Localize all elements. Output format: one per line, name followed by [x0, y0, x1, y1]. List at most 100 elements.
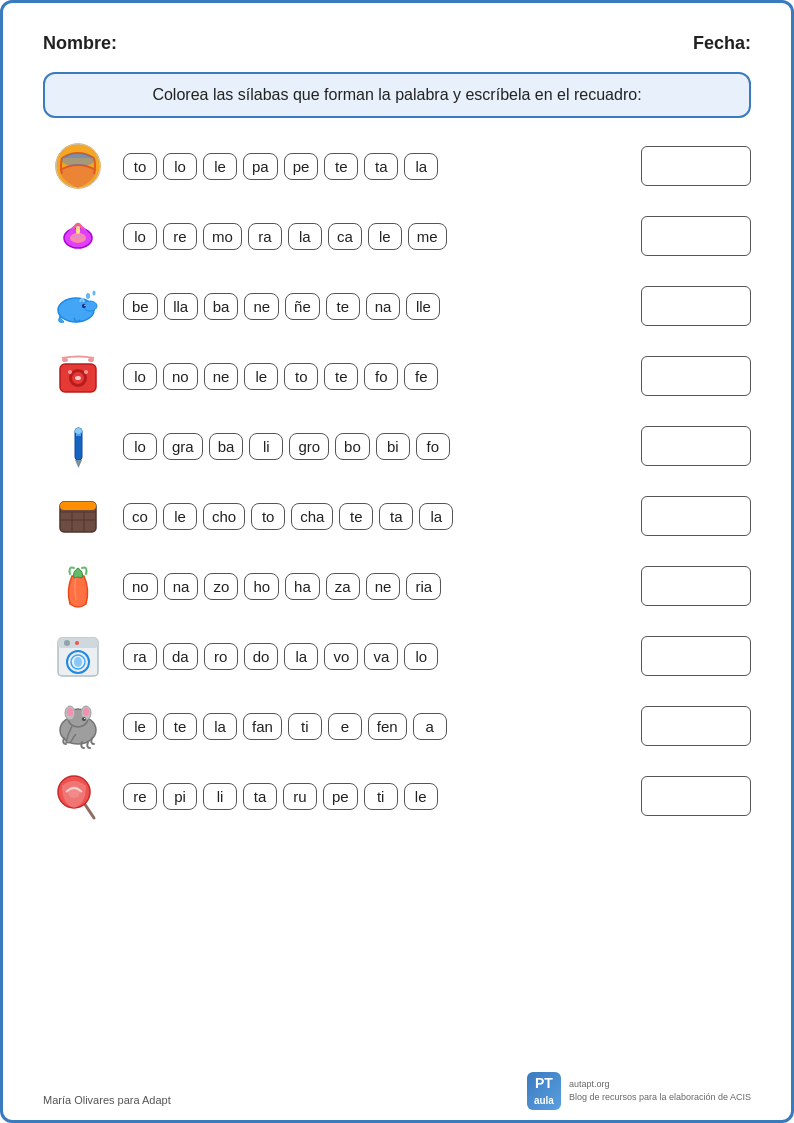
- answer-box[interactable]: [641, 426, 751, 466]
- syllable[interactable]: ti: [364, 783, 398, 810]
- syllable[interactable]: gra: [163, 433, 203, 460]
- syllable[interactable]: li: [203, 783, 237, 810]
- syllable[interactable]: to: [123, 153, 157, 180]
- syllable[interactable]: ne: [204, 363, 239, 390]
- syllable[interactable]: ti: [288, 713, 322, 740]
- syllable[interactable]: fo: [416, 433, 450, 460]
- syllable[interactable]: ra: [248, 223, 282, 250]
- svg-point-32: [75, 641, 79, 645]
- syllable[interactable]: ñe: [285, 293, 320, 320]
- answer-box[interactable]: [641, 496, 751, 536]
- word-row: lograbaligrobobifo: [43, 416, 751, 476]
- syllable[interactable]: no: [163, 363, 198, 390]
- syllable[interactable]: le: [244, 363, 278, 390]
- syllable[interactable]: pe: [323, 783, 358, 810]
- syllable[interactable]: na: [366, 293, 401, 320]
- syllable[interactable]: ta: [379, 503, 413, 530]
- answer-box[interactable]: [641, 286, 751, 326]
- svg-point-40: [67, 708, 73, 716]
- syllable[interactable]: fe: [404, 363, 438, 390]
- syllable[interactable]: ro: [204, 643, 238, 670]
- syllable[interactable]: re: [123, 783, 157, 810]
- syllable[interactable]: la: [404, 153, 438, 180]
- syllable[interactable]: ba: [204, 293, 239, 320]
- syllable[interactable]: ria: [406, 573, 441, 600]
- syllable[interactable]: le: [123, 713, 157, 740]
- syllable[interactable]: bi: [376, 433, 410, 460]
- syllable[interactable]: le: [163, 503, 197, 530]
- syllable[interactable]: fo: [364, 363, 398, 390]
- syllable[interactable]: mo: [203, 223, 242, 250]
- syllable[interactable]: lo: [123, 363, 157, 390]
- syllable[interactable]: la: [203, 713, 237, 740]
- lollipop-icon: [43, 766, 113, 826]
- syllable[interactable]: ru: [283, 783, 317, 810]
- syllable[interactable]: ha: [285, 573, 320, 600]
- answer-box[interactable]: [641, 636, 751, 676]
- syllable[interactable]: ne: [366, 573, 401, 600]
- syllable[interactable]: no: [123, 573, 158, 600]
- syllable[interactable]: la: [419, 503, 453, 530]
- syllable[interactable]: ra: [123, 643, 157, 670]
- syllable[interactable]: te: [163, 713, 197, 740]
- syllable[interactable]: ta: [364, 153, 398, 180]
- fecha-label: Fecha:: [693, 33, 751, 54]
- syllable[interactable]: a: [413, 713, 447, 740]
- syllable[interactable]: fan: [243, 713, 282, 740]
- syllable[interactable]: te: [324, 153, 358, 180]
- syllable[interactable]: zo: [204, 573, 238, 600]
- syllable[interactable]: me: [408, 223, 447, 250]
- syllable[interactable]: lo: [123, 433, 157, 460]
- syllable[interactable]: lle: [406, 293, 440, 320]
- syllable[interactable]: be: [123, 293, 158, 320]
- syllables-group: lononeletotefofe: [123, 363, 631, 390]
- syllable[interactable]: pi: [163, 783, 197, 810]
- syllable[interactable]: re: [163, 223, 197, 250]
- answer-box[interactable]: [641, 146, 751, 186]
- syllable[interactable]: lo: [123, 223, 157, 250]
- carrot-icon: [43, 556, 113, 616]
- answer-box[interactable]: [641, 566, 751, 606]
- syllable[interactable]: li: [249, 433, 283, 460]
- syllable[interactable]: la: [284, 643, 318, 670]
- syllable[interactable]: gro: [289, 433, 329, 460]
- answer-box[interactable]: [641, 356, 751, 396]
- svg-point-8: [84, 305, 85, 306]
- syllable[interactable]: cha: [291, 503, 333, 530]
- syllable[interactable]: pa: [243, 153, 278, 180]
- syllable[interactable]: do: [244, 643, 279, 670]
- answer-box[interactable]: [641, 706, 751, 746]
- syllable[interactable]: lla: [164, 293, 198, 320]
- syllable[interactable]: le: [368, 223, 402, 250]
- syllable[interactable]: ca: [328, 223, 362, 250]
- syllable[interactable]: va: [364, 643, 398, 670]
- syllables-group: repilitarupetile: [123, 783, 631, 810]
- syllable[interactable]: le: [203, 153, 237, 180]
- syllable[interactable]: ho: [244, 573, 279, 600]
- syllable[interactable]: na: [164, 573, 199, 600]
- syllable[interactable]: vo: [324, 643, 358, 670]
- syllable[interactable]: le: [404, 783, 438, 810]
- syllable[interactable]: la: [288, 223, 322, 250]
- syllable[interactable]: co: [123, 503, 157, 530]
- syllable[interactable]: lo: [163, 153, 197, 180]
- syllable[interactable]: pe: [284, 153, 319, 180]
- syllable[interactable]: te: [339, 503, 373, 530]
- syllable[interactable]: to: [284, 363, 318, 390]
- syllable[interactable]: te: [326, 293, 360, 320]
- syllable[interactable]: e: [328, 713, 362, 740]
- syllable[interactable]: to: [251, 503, 285, 530]
- answer-box[interactable]: [641, 216, 751, 256]
- answer-box[interactable]: [641, 776, 751, 816]
- syllable[interactable]: za: [326, 573, 360, 600]
- syllable[interactable]: lo: [404, 643, 438, 670]
- syllable[interactable]: te: [324, 363, 358, 390]
- syllable[interactable]: fen: [368, 713, 407, 740]
- syllable[interactable]: ne: [244, 293, 279, 320]
- syllable[interactable]: ba: [209, 433, 244, 460]
- syllable[interactable]: da: [163, 643, 198, 670]
- syllable[interactable]: bo: [335, 433, 370, 460]
- svg-point-43: [84, 718, 85, 719]
- syllable[interactable]: cho: [203, 503, 245, 530]
- syllable[interactable]: ta: [243, 783, 277, 810]
